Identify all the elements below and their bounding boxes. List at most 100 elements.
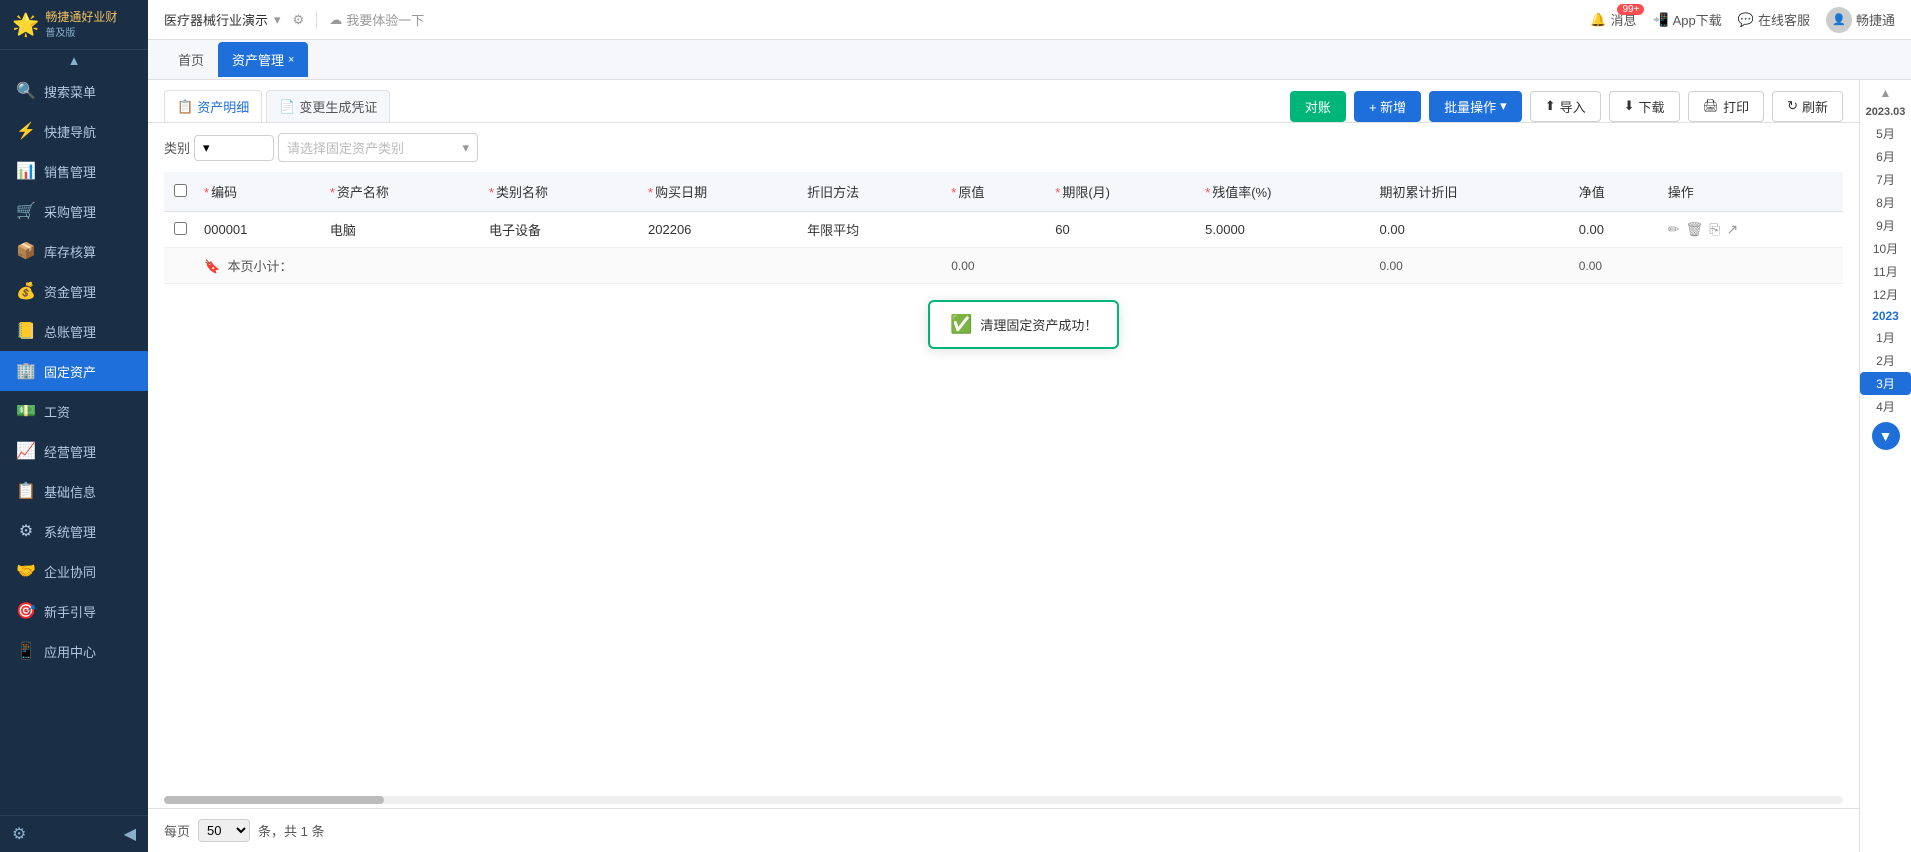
topbar-right: 🔔 消息 99+ 📲 App下载 💬 在线客服 👤 畅捷通 — [1590, 7, 1895, 33]
app-download-button[interactable]: 📲 App下载 — [1652, 10, 1721, 29]
toast-success-icon: ✅ — [950, 314, 972, 335]
delete-icon[interactable]: 🗑 — [1685, 221, 1703, 238]
sidebar-item-label: 总账管理 — [44, 322, 96, 341]
sidebar-item-quicknav[interactable]: ⚡ 快捷导航 — [0, 111, 148, 151]
sidebar-item-label: 销售管理 — [44, 162, 96, 181]
tab-asset-mgmt[interactable]: 资产管理 × — [218, 42, 308, 77]
logo-text: 畅捷通好业财 — [45, 10, 117, 24]
settings-icon[interactable]: ⚙ — [12, 824, 26, 844]
select-all-checkbox[interactable] — [174, 184, 187, 197]
right-panel-month-1[interactable]: 1月 — [1860, 326, 1911, 349]
sidebar-item-fixed[interactable]: 🏢 固定资产 — [0, 351, 148, 391]
right-panel-month-7[interactable]: 7月 — [1860, 168, 1911, 191]
right-panel-month-10[interactable]: 10月 — [1860, 237, 1911, 260]
topbar-divider — [316, 11, 317, 29]
right-panel-month-12[interactable]: 12月 — [1860, 283, 1911, 306]
sidebar-item-operation[interactable]: 📈 经营管理 — [0, 431, 148, 471]
operation-icon: 📈 — [16, 441, 36, 461]
right-panel-month-8[interactable]: 8月 — [1860, 191, 1911, 214]
edit-icon[interactable]: ✏ — [1668, 221, 1680, 238]
company-dropdown-icon: ▾ — [274, 12, 281, 28]
sidebar-item-purchase[interactable]: 🛒 采购管理 — [0, 191, 148, 231]
cell-initial-depreciation: 0.00 — [1372, 212, 1571, 248]
right-panel-down-button[interactable]: ▼ — [1872, 422, 1900, 450]
right-panel-month-2[interactable]: 2月 — [1860, 349, 1911, 372]
refresh-icon: ↻ — [1787, 98, 1798, 114]
copy-icon[interactable]: ⎘ — [1709, 221, 1720, 238]
sidebar-item-ledger[interactable]: 📒 总账管理 — [0, 311, 148, 351]
close-tab-icon[interactable]: × — [288, 54, 294, 66]
right-panel-month-11[interactable]: 11月 — [1860, 260, 1911, 283]
sidebar-item-salary[interactable]: 💵 工资 — [0, 391, 148, 431]
sidebar-item-finance[interactable]: 💰 资金管理 — [0, 271, 148, 311]
right-panel-month-3-current[interactable]: 3月 — [1860, 372, 1911, 395]
sub-tabs: 📋 资产明细 📄 变更生成凭证 对账 + 新增 批量操作 ▾ ⬆ — [148, 80, 1859, 123]
topbar: 医疗器械行业演示 ▾ ⚙ ☁ 我要体验一下 🔔 消息 99+ 📲 App下载 💬… — [148, 0, 1911, 40]
fixed-icon: 🏢 — [16, 361, 36, 381]
sub-tab-asset-detail[interactable]: 📋 资产明细 — [164, 90, 262, 122]
sidebar-item-basic[interactable]: 📋 基础信息 — [0, 471, 148, 511]
row-checkbox[interactable] — [174, 222, 187, 235]
horizontal-scrollbar[interactable] — [164, 796, 1843, 804]
batch-button[interactable]: 批量操作 ▾ — [1429, 91, 1522, 122]
right-panel-month-5[interactable]: 5月 — [1860, 122, 1911, 145]
import-button[interactable]: ⬆ 导入 — [1530, 91, 1601, 122]
cell-category: 电子设备 — [481, 212, 640, 248]
sidebar-scroll-up[interactable]: ▲ — [0, 50, 148, 71]
right-panel-month-9[interactable]: 9月 — [1860, 214, 1911, 237]
per-page-select[interactable]: 50 100 200 — [198, 819, 250, 842]
header-purchase-date: *购买日期 — [640, 172, 799, 212]
search-icon: 🔍 — [16, 81, 36, 101]
filter-label: 类别 — [164, 138, 190, 157]
account-button[interactable]: 对账 — [1290, 91, 1346, 122]
print-button[interactable]: 🖨 打印 — [1688, 91, 1765, 122]
company-selector[interactable]: 医疗器械行业演示 ▾ — [164, 10, 281, 29]
download-button[interactable]: ⬇ 下载 — [1609, 91, 1680, 122]
new-button[interactable]: + 新增 — [1354, 91, 1421, 122]
tab-asset-mgmt-label: 资产管理 — [232, 50, 284, 69]
sidebar-item-system[interactable]: ⚙ 系统管理 — [0, 511, 148, 551]
header-code: *编码 — [196, 172, 322, 212]
sidebar-item-inventory[interactable]: 📦 库存核算 — [0, 231, 148, 271]
tab-home[interactable]: 首页 — [164, 42, 218, 77]
row-checkbox-cell — [164, 212, 196, 248]
messages-button[interactable]: 🔔 消息 99+ — [1590, 10, 1636, 29]
customer-service-button[interactable]: 💬 在线客服 — [1738, 10, 1810, 29]
sidebar-item-coop[interactable]: 🤝 企业协同 — [0, 551, 148, 591]
cell-original-value — [943, 212, 1047, 248]
company-name: 医疗器械行业演示 — [164, 10, 268, 29]
user-menu[interactable]: 👤 畅捷通 — [1826, 7, 1895, 33]
cell-actions: ✏ 🗑 ⎘ ↗ — [1660, 212, 1843, 248]
filter-category: 类别 ▾ 请选择固定资产类别 ▾ — [164, 133, 478, 162]
trial-button[interactable]: ☁ 我要体验一下 — [329, 10, 424, 29]
header-residual-rate: *残值率(%) — [1197, 172, 1371, 212]
collapse-icon[interactable]: ◀ — [124, 824, 136, 844]
category-dropdown[interactable]: ▾ — [194, 135, 274, 161]
right-panel-scroll-up[interactable]: ▲ — [1878, 84, 1894, 102]
settings-gear-icon[interactable]: ⚙ — [293, 12, 305, 28]
sidebar-item-label: 快捷导航 — [44, 122, 96, 141]
scrollbar-thumb[interactable] — [164, 796, 384, 804]
sidebar-item-guide[interactable]: 🎯 新手引导 — [0, 591, 148, 631]
sidebar-item-appcenter[interactable]: 📱 应用中心 — [0, 631, 148, 671]
inventory-icon: 📦 — [16, 241, 36, 261]
sidebar-item-search[interactable]: 🔍 搜索菜单 — [0, 71, 148, 111]
download-label: 下载 — [1639, 97, 1665, 116]
table-row: 000001 电脑 电子设备 202206 年限平均 60 5.0000 0.0… — [164, 212, 1843, 248]
cell-period: 60 — [1047, 212, 1197, 248]
header-net-value: 净值 — [1571, 172, 1660, 212]
category-select-input[interactable]: 请选择固定资产类别 ▾ — [278, 133, 478, 162]
batch-dropdown-icon: ▾ — [1500, 98, 1507, 114]
refresh-button[interactable]: ↻ 刷新 — [1772, 91, 1843, 122]
sub-tab-voucher[interactable]: 📄 变更生成凭证 — [266, 90, 390, 122]
right-panel-header: 2023.03 — [1864, 102, 1908, 122]
more-icon[interactable]: ↗ — [1726, 221, 1738, 238]
total-label: 条，共 1 条 — [258, 821, 324, 840]
right-panel-month-6[interactable]: 6月 — [1860, 145, 1911, 168]
subtotal-original: 0.00 — [943, 248, 1047, 284]
right-panel-month-4[interactable]: 4月 — [1860, 395, 1911, 418]
header-depreciation: 折旧方法 — [799, 172, 943, 212]
cell-net-value: 0.00 — [1571, 212, 1660, 248]
sidebar-item-sales[interactable]: 📊 销售管理 — [0, 151, 148, 191]
asset-table: *编码 *资产名称 *类别名称 *购买日期 折旧方法 *原值 *期限(月) *残… — [164, 172, 1843, 284]
